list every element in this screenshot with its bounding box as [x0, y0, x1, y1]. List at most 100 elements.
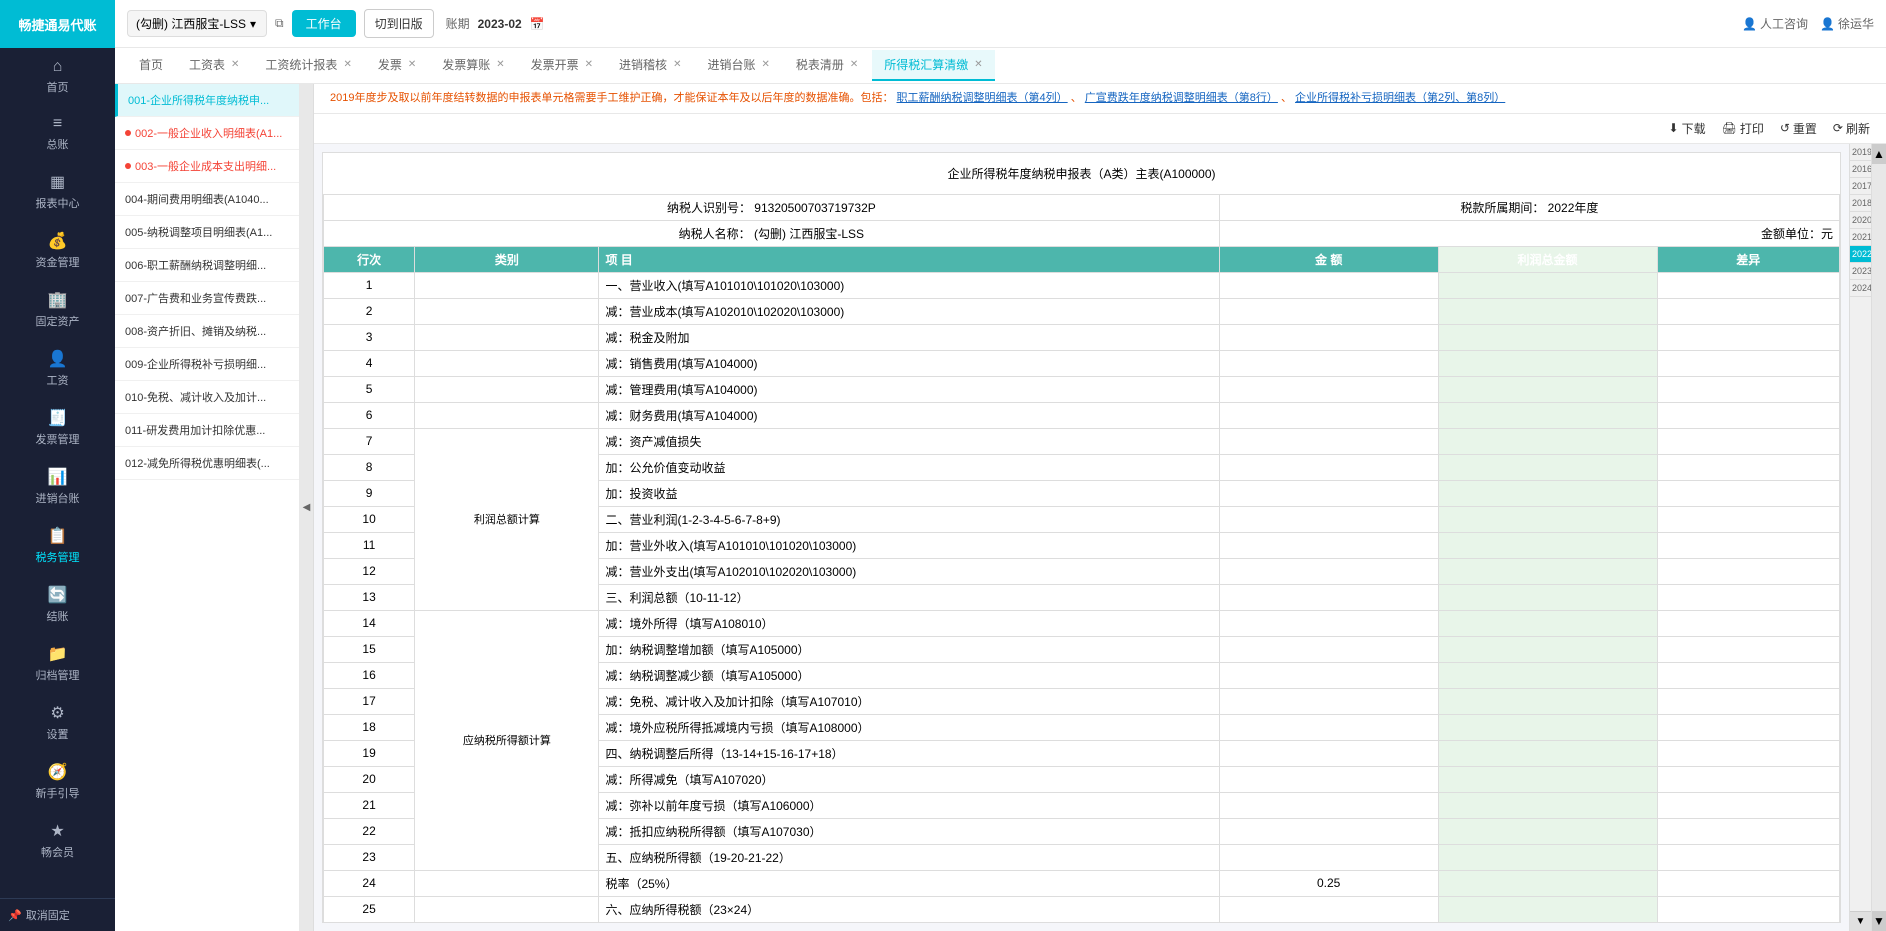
warning-separator: 、	[1071, 92, 1082, 104]
warning-link-1[interactable]: 职工薪酬纳税调整明细表（第4列）	[897, 92, 1068, 104]
guide-icon: 🧭	[48, 762, 68, 782]
collapse-icon: ◀	[303, 502, 311, 513]
year-2018[interactable]: 2018	[1850, 195, 1871, 212]
year-2022-active[interactable]: 2022	[1850, 246, 1871, 263]
header-diff: 差异	[1657, 246, 1839, 272]
year-2024[interactable]: 2024	[1850, 280, 1871, 297]
sidebar-item-label: 税务管理	[36, 549, 80, 565]
sidebar-item-label: 结账	[47, 608, 69, 624]
left-nav-item-010[interactable]: 010-免税、减计收入及加计...	[115, 381, 299, 414]
tax-icon: 📋	[48, 526, 68, 546]
tab-home[interactable]: 首页	[127, 50, 175, 81]
sidebar-pin-toggle[interactable]: 📌 取消固定	[0, 898, 115, 931]
left-nav-collapse[interactable]: ◀	[300, 84, 314, 931]
table-title-row: 企业所得税年度纳税申报表（A类）主表(A100000)	[324, 153, 1840, 195]
year-2019[interactable]: 2019	[1850, 144, 1871, 161]
left-nav-item-008[interactable]: 008-资产折旧、摊销及纳税...	[115, 315, 299, 348]
switch-button[interactable]: 切到旧版	[364, 9, 434, 38]
calendar-icon[interactable]: 📅	[530, 17, 545, 31]
sidebar-item-ledger[interactable]: ≡ 总账	[0, 105, 115, 162]
sidebar: 畅捷通易代账 ⌂ 首页 ≡ 总账 ▦ 报表中心 💰 资金管理 🏢 固定资产 👤 …	[0, 0, 115, 931]
refresh-button[interactable]: ⟳ 刷新	[1833, 120, 1870, 137]
sidebar-item-home[interactable]: ⌂ 首页	[0, 48, 115, 105]
dropdown-icon: ▾	[250, 17, 256, 31]
year-2020[interactable]: 2020	[1850, 212, 1871, 229]
sidebar-item-invoices[interactable]: 🧾 发票管理	[0, 398, 115, 457]
left-nav-item-001[interactable]: 001-企业所得税年度纳税申...	[115, 84, 299, 117]
header-category: 类别	[415, 246, 599, 272]
left-nav-item-005[interactable]: 005-纳税调整项目明细表(A1...	[115, 216, 299, 249]
tab-close-invoice-calc[interactable]: ✕	[496, 59, 504, 70]
unit-label: 金额单位：元	[1761, 227, 1833, 241]
sidebar-item-assets[interactable]: 🏢 固定资产	[0, 280, 115, 339]
tab-purchase-ledger[interactable]: 进销台账✕	[695, 50, 781, 81]
archive-icon: 📁	[48, 644, 68, 664]
left-nav-item-002[interactable]: 002-一般企业收入明细表(A1...	[115, 117, 299, 150]
period-label: 账期	[446, 15, 470, 32]
sidebar-item-member[interactable]: ★ 畅会员	[0, 811, 115, 870]
sidebar-item-funds[interactable]: 💰 资金管理	[0, 221, 115, 280]
taxpayer-name-label: 纳税人名称：	[679, 227, 751, 241]
tab-invoice[interactable]: 发票✕	[366, 50, 428, 81]
left-nav-item-007[interactable]: 007-广告费和业务宣传费跌...	[115, 282, 299, 315]
sidebar-item-guide[interactable]: 🧭 新手引导	[0, 752, 115, 811]
tab-close-purchase-ledger[interactable]: ✕	[761, 59, 769, 70]
year-2021[interactable]: 2021	[1850, 229, 1871, 246]
year-2023[interactable]: 2023	[1850, 263, 1871, 280]
tab-bar: 首页 工资表✕ 工资统计报表✕ 发票✕ 发票算账✕ 发票开票✕ 进销稽核✕ 进销…	[115, 48, 1886, 84]
tab-close-payroll-stats[interactable]: ✕	[343, 59, 351, 70]
sidebar-item-label: 畅会员	[41, 844, 74, 860]
sheet-tabs: ◀ ▶ 主表	[323, 923, 1840, 924]
copy-icon[interactable]: ⧉	[275, 16, 284, 31]
year-2016[interactable]: 2016	[1850, 161, 1871, 178]
tab-close-purchase-check[interactable]: ✕	[673, 59, 681, 70]
sidebar-item-payroll[interactable]: 👤 工资	[0, 339, 115, 398]
sidebar-item-archive[interactable]: 📁 归档管理	[0, 634, 115, 693]
tab-close-invoice[interactable]: ✕	[408, 59, 416, 70]
left-nav-item-012[interactable]: 012-减免所得税优惠明细表(...	[115, 447, 299, 480]
taxpayer-id-label: 纳税人识别号：	[667, 201, 751, 215]
user-menu[interactable]: 👤 徐运华	[1820, 15, 1874, 32]
tab-close-income-tax[interactable]: ✕	[974, 59, 982, 70]
header-profit: 利润总金额	[1438, 246, 1657, 272]
sidebar-item-settings[interactable]: ⚙ 设置	[0, 693, 115, 752]
tab-tax-forms[interactable]: 税表清册✕	[784, 50, 870, 81]
vertical-scrollbar[interactable]: ▲ ▼	[1871, 144, 1886, 931]
workspace-button[interactable]: 工作台	[292, 10, 356, 37]
sidebar-item-close[interactable]: 🔄 结账	[0, 575, 115, 634]
tab-close-payroll[interactable]: ✕	[231, 59, 239, 70]
print-icon: 🖨	[1722, 121, 1737, 135]
tab-invoice-calc[interactable]: 发票算账✕	[430, 50, 516, 81]
sidebar-item-tax[interactable]: 📋 税务管理	[0, 516, 115, 575]
tab-invoice-open[interactable]: 发票开票✕	[519, 50, 605, 81]
left-nav-item-004[interactable]: 004-期间费用明细表(A1040...	[115, 183, 299, 216]
print-button[interactable]: 🖨 打印	[1722, 120, 1764, 137]
payroll-icon: 👤	[48, 349, 68, 369]
warning-link-3[interactable]: 企业所得税补亏损明细表（第2列、第8列）	[1295, 92, 1505, 104]
tab-payroll-stats[interactable]: 工资统计报表✕	[253, 50, 363, 81]
year-panel-arrow-down[interactable]: ▼	[1850, 911, 1871, 931]
tab-purchase-check[interactable]: 进销稽核✕	[607, 50, 693, 81]
table-row: 4 减：销售费用(填写A104000)	[324, 350, 1840, 376]
arrow-down-icon: ▼	[1856, 916, 1866, 927]
ai-consult-button[interactable]: 👤 人工咨询	[1742, 15, 1808, 32]
tab-payroll[interactable]: 工资表✕	[177, 50, 251, 81]
reset-button[interactable]: ↺ 重置	[1780, 120, 1817, 137]
company-selector[interactable]: (勾删) 江西服宝-LSS ▾	[127, 10, 267, 37]
error-dot	[125, 130, 131, 136]
download-button[interactable]: ⬇ 下载	[1669, 120, 1706, 137]
taxpayer-id-value: 91320500703719732P	[754, 201, 875, 215]
tab-close-invoice-open[interactable]: ✕	[585, 59, 593, 70]
tab-income-tax[interactable]: 所得税汇算清缴✕	[872, 50, 994, 81]
scroll-down[interactable]: ▼	[1872, 911, 1886, 931]
scroll-up[interactable]: ▲	[1872, 144, 1886, 164]
tab-close-tax-forms[interactable]: ✕	[850, 59, 858, 70]
sidebar-item-reports[interactable]: ▦ 报表中心	[0, 162, 115, 221]
year-2017[interactable]: 2017	[1850, 178, 1871, 195]
left-nav-item-003[interactable]: 003-一般企业成本支出明细...	[115, 150, 299, 183]
left-nav-item-011[interactable]: 011-研发费用加计扣除优惠...	[115, 414, 299, 447]
warning-link-2[interactable]: 广宣费跌年度纳税调整明细表（第8行）	[1085, 92, 1278, 104]
left-nav-item-006[interactable]: 006-职工薪酬纳税调整明细...	[115, 249, 299, 282]
left-nav-item-009[interactable]: 009-企业所得税补亏损明细...	[115, 348, 299, 381]
sidebar-item-purchase-sales[interactable]: 📊 进销台账	[0, 457, 115, 516]
